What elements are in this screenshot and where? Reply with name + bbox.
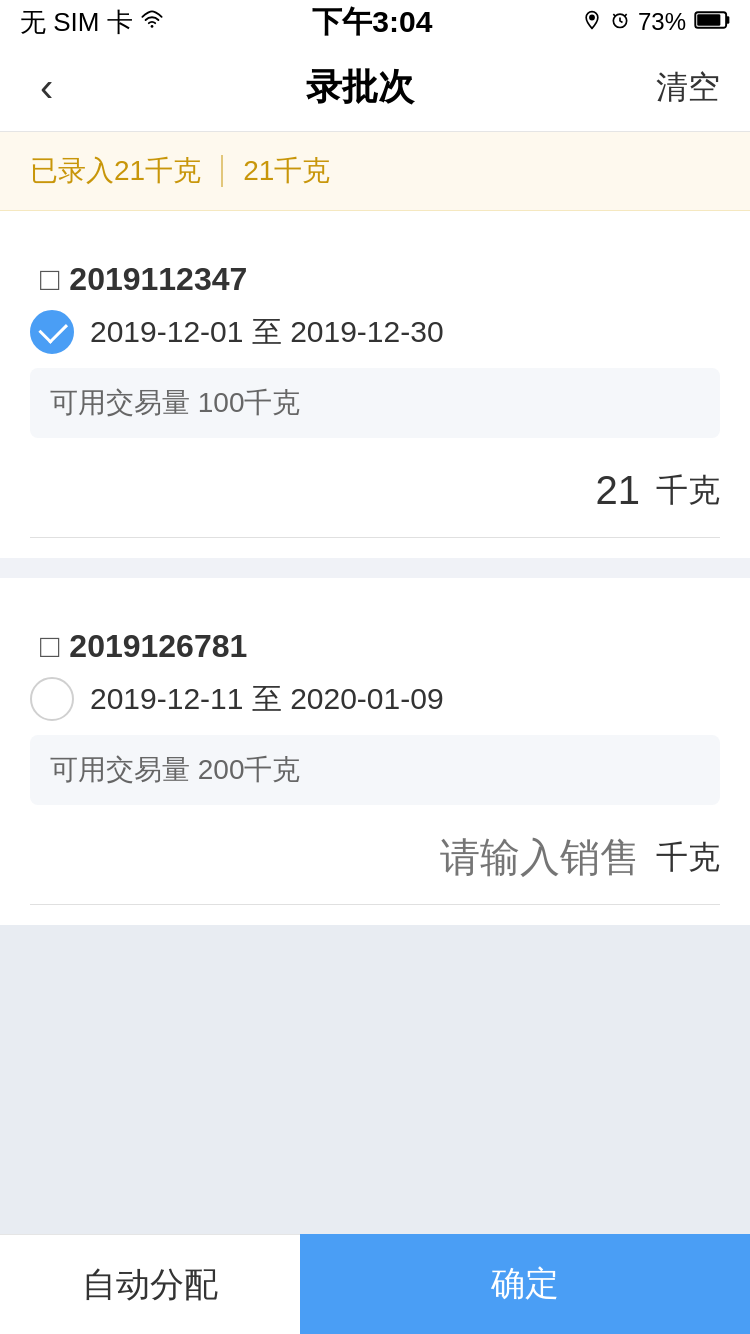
batch-2-available: 可用交易量 200千克	[30, 735, 720, 805]
nav-bar: ‹ 录批次 清空	[0, 44, 750, 132]
section-separator-1	[0, 558, 750, 578]
batch-2-date: 2019-12-11 至 2020-01-09	[90, 679, 444, 720]
batch-1-available: 可用交易量 100千克	[30, 368, 720, 438]
batch-1-card: □ 2019112347 2019-12-01 至 2019-12-30 可用交…	[0, 211, 750, 558]
svg-rect-5	[697, 14, 720, 26]
clear-button[interactable]: 清空	[656, 66, 720, 110]
page-title: 录批次	[306, 63, 414, 112]
status-time: 下午3:04	[312, 2, 432, 43]
batch-2-qty-input[interactable]	[440, 835, 640, 880]
batch-1-row[interactable]: 2019-12-01 至 2019-12-30	[30, 310, 720, 354]
recorded-value: 21千克	[243, 152, 330, 190]
batch-1-header: □ 2019112347	[30, 261, 720, 298]
batch-1-id: 2019112347	[69, 261, 247, 298]
auto-distribute-button[interactable]: 自动分配	[0, 1234, 300, 1334]
alarm-icon	[610, 8, 630, 36]
svg-point-1	[590, 15, 594, 19]
batch-2-radio[interactable]	[30, 677, 74, 721]
banner-divider	[221, 155, 223, 187]
svg-point-0	[150, 25, 153, 28]
batch-1-icon: □	[40, 261, 59, 298]
status-bar: 无 SIM 卡 下午3:04 73%	[0, 0, 750, 44]
batch-2-qty-unit: 千克	[656, 836, 720, 880]
batch-2-card: □ 2019126781 2019-12-11 至 2020-01-09 可用交…	[0, 578, 750, 925]
batch-2-icon: □	[40, 628, 59, 665]
batch-2-qty-row[interactable]: 千克	[30, 819, 720, 905]
batch-1-item: □ 2019112347 2019-12-01 至 2019-12-30 可用交…	[30, 241, 720, 558]
batch-1-radio[interactable]	[30, 310, 74, 354]
battery-icon	[694, 8, 730, 36]
batch-2-item: □ 2019126781 2019-12-11 至 2020-01-09 可用交…	[30, 608, 720, 925]
gray-area	[0, 925, 750, 1265]
location-icon	[582, 8, 602, 36]
status-right: 73%	[582, 8, 730, 36]
batch-1-qty-value: 21	[596, 468, 641, 513]
wifi-icon	[141, 7, 163, 38]
confirm-button[interactable]: 确定	[300, 1234, 750, 1334]
recorded-label: 已录入21千克	[30, 152, 201, 190]
batch-2-row[interactable]: 2019-12-11 至 2020-01-09	[30, 677, 720, 721]
info-banner: 已录入21千克 21千克	[0, 132, 750, 211]
back-button[interactable]: ‹	[30, 55, 63, 120]
batch-1-date: 2019-12-01 至 2019-12-30	[90, 312, 444, 353]
batch-1-qty-row: 21 千克	[30, 452, 720, 538]
status-left: 无 SIM 卡	[20, 5, 163, 40]
batch-2-id: 2019126781	[69, 628, 247, 665]
batch-1-qty-unit: 千克	[656, 469, 720, 513]
svg-rect-4	[726, 16, 729, 24]
battery-text: 73%	[638, 8, 686, 36]
bottom-bar: 自动分配 确定	[0, 1234, 750, 1334]
sim-text: 无 SIM 卡	[20, 5, 133, 40]
batch-2-header: □ 2019126781	[30, 628, 720, 665]
